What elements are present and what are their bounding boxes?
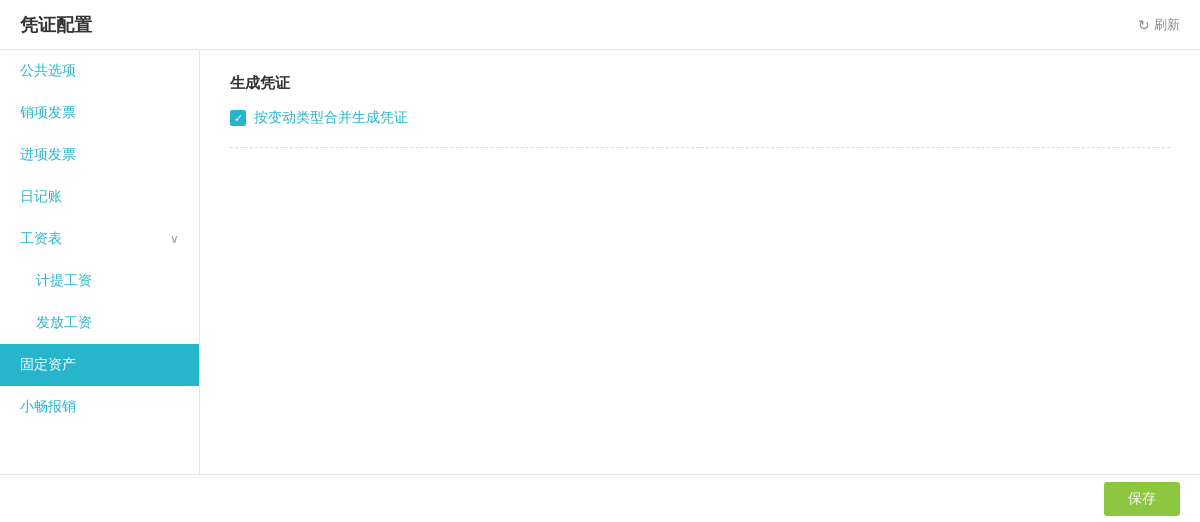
sidebar-item-purchase-invoice[interactable]: 进项发票 <box>0 134 199 176</box>
sidebar-item-label: 日记账 <box>20 188 62 206</box>
merge-checkbox[interactable]: ✓ <box>230 110 246 126</box>
sidebar-item-journal[interactable]: 日记账 <box>0 176 199 218</box>
refresh-button[interactable]: ↻ 刷新 <box>1138 16 1180 34</box>
sidebar-item-issue-salary[interactable]: 发放工资 <box>0 302 199 344</box>
sidebar-item-public-options[interactable]: 公共选项 <box>0 50 199 92</box>
save-button[interactable]: 保存 <box>1104 482 1180 516</box>
checkbox-row: ✓ 按变动类型合并生成凭证 <box>230 109 1170 127</box>
sidebar-item-label: 销项发票 <box>20 104 76 122</box>
sidebar-item-label: 工资表 <box>20 230 62 248</box>
page-header: 凭证配置 ↻ 刷新 <box>0 0 1200 50</box>
sidebar-item-label: 进项发票 <box>20 146 76 164</box>
sidebar-item-label: 公共选项 <box>20 62 76 80</box>
sidebar-item-sales-invoice[interactable]: 销项发票 <box>0 92 199 134</box>
sidebar-item-fixed-assets[interactable]: 固定资产 <box>0 344 199 386</box>
page-title: 凭证配置 <box>20 13 92 37</box>
sidebar-item-label: 发放工资 <box>36 314 92 332</box>
section-divider <box>230 147 1170 148</box>
sidebar-item-label: 固定资产 <box>20 356 76 374</box>
sidebar-item-calc-salary[interactable]: 计提工资 <box>0 260 199 302</box>
refresh-icon: ↻ <box>1138 17 1150 33</box>
sidebar-item-expense-report[interactable]: 小畅报销 <box>0 386 199 428</box>
check-mark-icon: ✓ <box>234 113 243 124</box>
main-content: 生成凭证 ✓ 按变动类型合并生成凭证 <box>200 50 1200 474</box>
sidebar-item-label: 计提工资 <box>36 272 92 290</box>
content-area: 公共选项销项发票进项发票日记账工资表 ∨ 计提工资发放工资固定资产小畅报销 生成凭证… <box>0 50 1200 474</box>
sidebar-item-label: 小畅报销 <box>20 398 76 416</box>
chevron-down-icon: ∨ <box>170 232 179 246</box>
section-title: 生成凭证 <box>230 74 1170 93</box>
page-footer: 保存 <box>0 474 1200 522</box>
sidebar: 公共选项销项发票进项发票日记账工资表 ∨ 计提工资发放工资固定资产小畅报销 <box>0 50 200 474</box>
merge-checkbox-label[interactable]: 按变动类型合并生成凭证 <box>254 109 408 127</box>
refresh-label: 刷新 <box>1154 16 1180 34</box>
page-wrapper: 凭证配置 ↻ 刷新 公共选项销项发票进项发票日记账工资表 ∨ 计提工资发放工资固定资… <box>0 0 1200 522</box>
sidebar-item-payroll[interactable]: 工资表 ∨ <box>0 218 199 260</box>
